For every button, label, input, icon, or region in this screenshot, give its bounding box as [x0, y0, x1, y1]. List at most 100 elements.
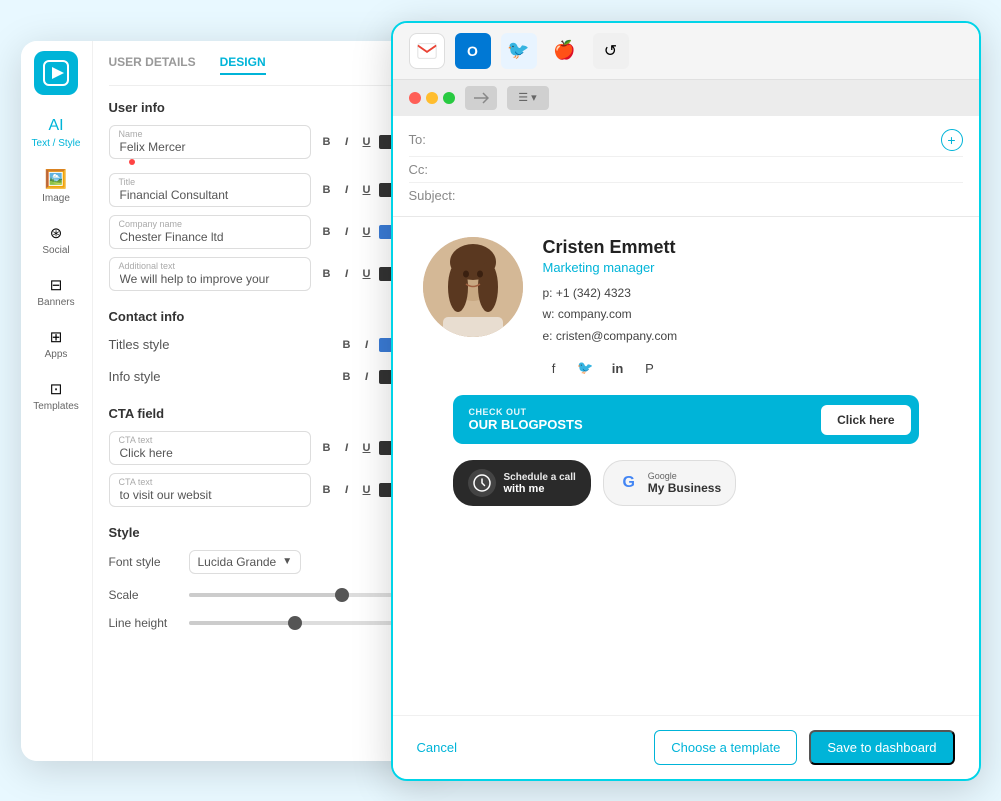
to-input[interactable] — [469, 132, 941, 147]
subject-input[interactable] — [469, 188, 963, 203]
title-bold-btn[interactable]: B — [319, 184, 335, 196]
title-underline-btn[interactable]: U — [359, 184, 375, 196]
title-input[interactable] — [109, 173, 311, 207]
add-recipient-btn[interactable]: + — [941, 129, 963, 151]
info-bold-btn[interactable]: B — [339, 371, 355, 383]
name-underline-btn[interactable]: U — [359, 136, 375, 148]
tab-user-details[interactable]: USER DETAILS — [109, 55, 196, 75]
title-label: Title — [119, 177, 136, 187]
cta-text1-label: CTA text — [119, 435, 153, 445]
cta2-bold-btn[interactable]: B — [319, 484, 335, 496]
title-input-wrapper: Title — [109, 173, 311, 207]
email-panel: O 🐦 🍎 ↺ ☰ ▾ — [391, 21, 981, 781]
name-bold-btn[interactable]: B — [319, 136, 335, 148]
compose-bar: ☰ ▾ — [393, 80, 979, 116]
google-icon: G — [618, 472, 640, 494]
style-section: Font style Lucida Grande ▼ Scale — [109, 550, 425, 630]
sidebar-item-banners[interactable]: ⊟ Banners — [26, 268, 86, 316]
sidebar: AI Text / Style 🖼️ Image ⊛ Social ⊟ Bann… — [21, 41, 93, 761]
cta-check-text: CHECK OUT — [469, 407, 798, 417]
save-dashboard-button[interactable]: Save to dashboard — [809, 730, 954, 765]
minimize-dot[interactable] — [426, 92, 438, 104]
cancel-button[interactable]: Cancel — [417, 740, 457, 755]
scale-slider[interactable] — [189, 593, 425, 597]
traffic-lights — [409, 92, 455, 104]
app-container: AI Text / Style 🖼️ Image ⊛ Social ⊟ Bann… — [21, 21, 981, 781]
titles-italic-btn[interactable]: I — [359, 339, 375, 351]
company-underline-btn[interactable]: U — [359, 226, 375, 238]
font-style-select[interactable]: Lucida Grande ▼ — [189, 550, 302, 574]
twitter-icon[interactable]: 🐦 — [575, 357, 597, 379]
bottom-bar: Cancel Choose a template Save to dashboa… — [393, 715, 979, 779]
schedule-call-btn[interactable]: Schedule a call with me — [453, 460, 591, 506]
name-field-group: Name B I U 14 — [109, 125, 425, 159]
linkedin-icon[interactable]: in — [607, 357, 629, 379]
sig-socials: f 🐦 in P — [543, 357, 949, 379]
sidebar-item-social[interactable]: ⊛ Social — [26, 216, 86, 264]
info-style-label: Info style — [109, 369, 161, 384]
sig-email: e: cristen@company.com — [543, 326, 949, 348]
additional-field-group: Additional text B I U 14 — [109, 257, 425, 291]
editor-content: USER DETAILS DESIGN User info Name B I U… — [93, 41, 441, 761]
compose-send-btn[interactable] — [465, 86, 497, 110]
social-icon: ⊛ — [50, 224, 63, 242]
signature-area: Cristen Emmett Marketing manager p: +1 (… — [393, 217, 979, 537]
action-buttons: Choose a template Save to dashboard — [654, 730, 954, 765]
sidebar-item-templates[interactable]: ⊡ Templates — [26, 372, 86, 420]
cta-field-title: CTA field — [109, 406, 425, 421]
banners-icon: ⊟ — [50, 276, 63, 294]
cc-label: Cc: — [409, 162, 469, 177]
font-style-label: Font style — [109, 555, 179, 569]
company-bold-btn[interactable]: B — [319, 226, 335, 238]
user-info-title: User info — [109, 100, 425, 115]
apple-mail-icon[interactable]: 🍎 — [547, 33, 583, 69]
cta1-bold-btn[interactable]: B — [319, 442, 335, 454]
close-dot[interactable] — [409, 92, 421, 104]
maximize-dot[interactable] — [443, 92, 455, 104]
font-style-row: Font style Lucida Grande ▼ — [109, 550, 425, 574]
line-height-label: Line height — [109, 616, 179, 630]
text-style-icon: AI — [48, 117, 63, 135]
cta2-italic-btn[interactable]: I — [339, 484, 355, 496]
sidebar-item-image[interactable]: 🖼️ Image — [26, 161, 86, 212]
font-style-value: Lucida Grande — [198, 555, 277, 569]
sidebar-logo[interactable] — [34, 51, 78, 95]
cta-click-button[interactable]: Click here — [821, 405, 910, 435]
google-mybusiness-btn[interactable]: G Google My Business — [603, 460, 736, 506]
title-italic-btn[interactable]: I — [339, 184, 355, 196]
company-input-wrapper: Company name — [109, 215, 311, 249]
mailbird-icon[interactable]: 🐦 — [501, 33, 537, 69]
sidebar-item-text-style[interactable]: AI Text / Style — [26, 109, 86, 157]
compose-menu-btn[interactable]: ☰ ▾ — [507, 86, 549, 110]
cta1-underline-btn[interactable]: U — [359, 442, 375, 454]
titles-bold-btn[interactable]: B — [339, 339, 355, 351]
additional-bold-btn[interactable]: B — [319, 268, 335, 280]
company-italic-btn[interactable]: I — [339, 226, 355, 238]
subject-field-row: Subject: — [409, 183, 963, 208]
subject-label: Subject: — [409, 188, 469, 203]
other-client-icon[interactable]: ↺ — [593, 33, 629, 69]
additional-italic-btn[interactable]: I — [339, 268, 355, 280]
contact-info-title: Contact info — [109, 309, 425, 324]
line-height-slider[interactable] — [189, 621, 425, 625]
cc-input[interactable] — [469, 162, 963, 177]
gmail-icon[interactable] — [409, 33, 445, 69]
cta2-underline-btn[interactable]: U — [359, 484, 375, 496]
additional-label: Additional text — [119, 261, 176, 271]
additional-underline-btn[interactable]: U — [359, 268, 375, 280]
schedule-text: Schedule a call with me — [504, 472, 576, 495]
cta1-italic-btn[interactable]: I — [339, 442, 355, 454]
outlook-icon[interactable]: O — [455, 33, 491, 69]
image-icon: 🖼️ — [45, 169, 67, 190]
facebook-icon[interactable]: f — [543, 357, 565, 379]
name-italic-btn[interactable]: I — [339, 136, 355, 148]
choose-template-button[interactable]: Choose a template — [654, 730, 797, 765]
tab-design[interactable]: DESIGN — [220, 55, 266, 75]
info-italic-btn[interactable]: I — [359, 371, 375, 383]
schedule-icon — [468, 469, 496, 497]
line-height-row: Line height — [109, 616, 425, 630]
cta-text1-group: CTA text B I U 14 — [109, 431, 425, 465]
sig-name: Cristen Emmett — [543, 237, 949, 258]
pinterest-icon[interactable]: P — [639, 357, 661, 379]
sidebar-item-apps[interactable]: ⊞ Apps — [26, 320, 86, 368]
